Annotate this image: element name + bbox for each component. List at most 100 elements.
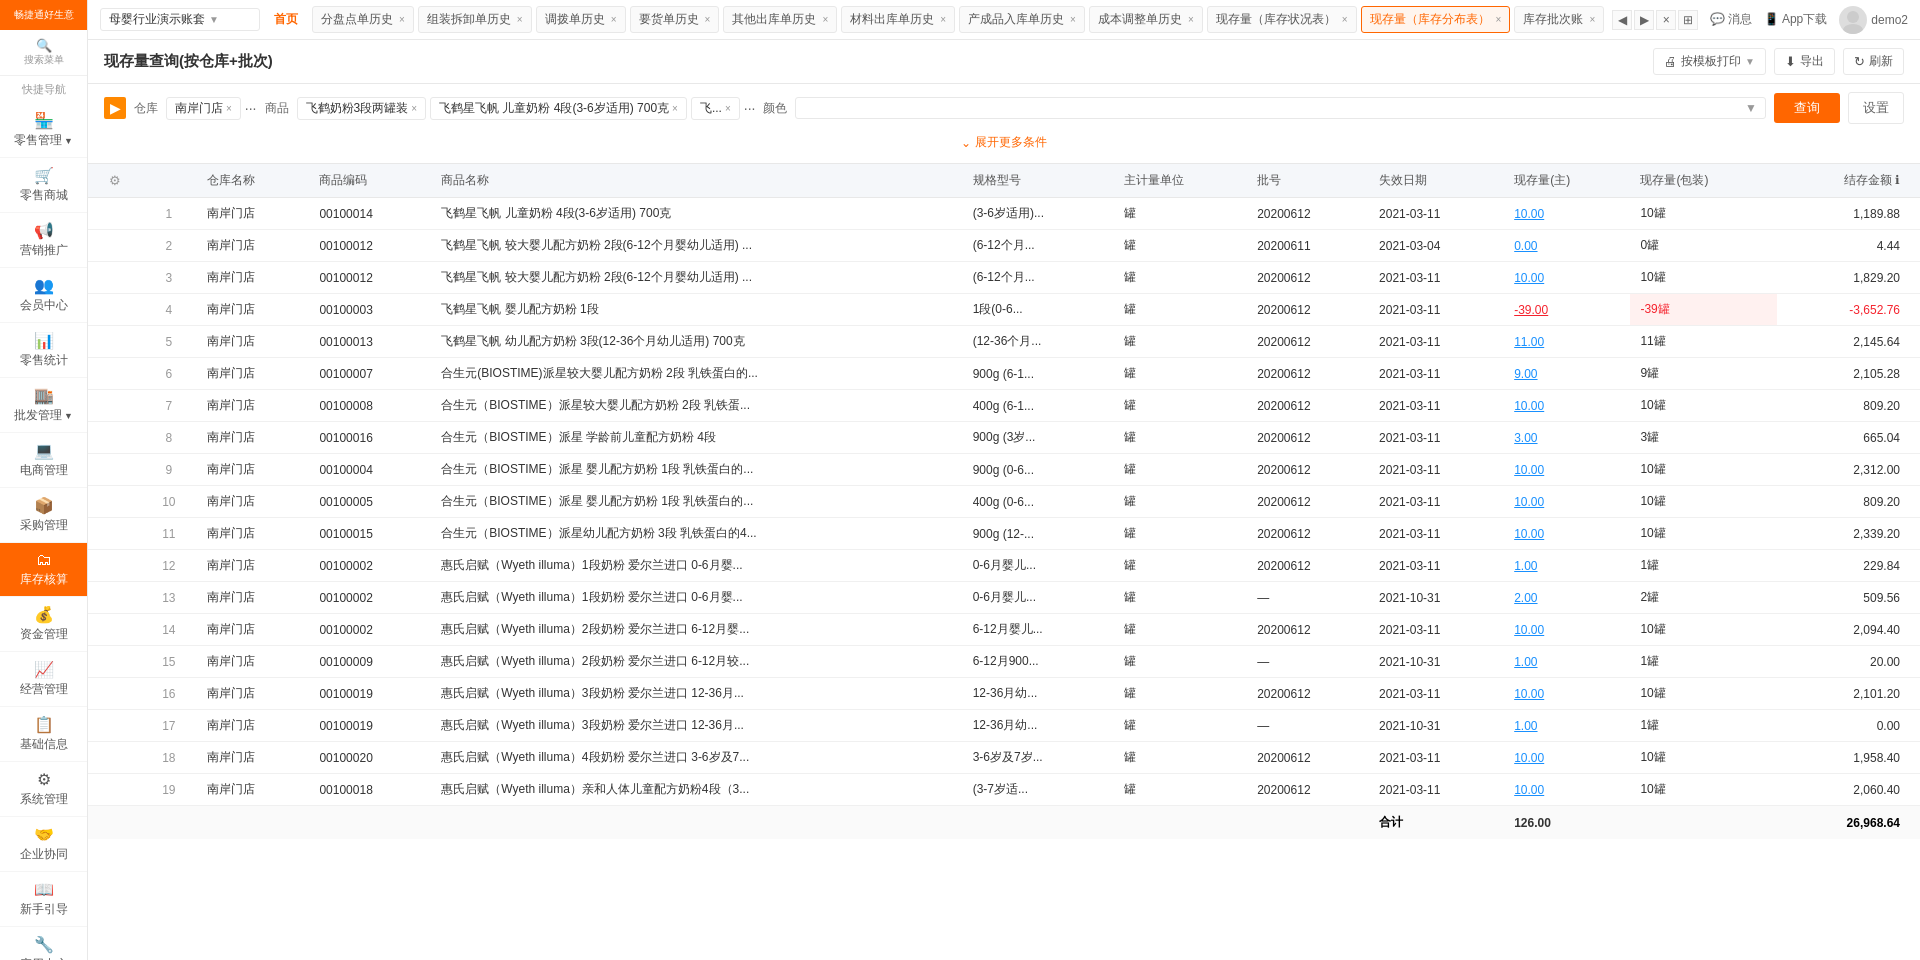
col-settings[interactable]: ⚙ [88, 164, 141, 198]
tab-transfer[interactable]: 调拨单历史 × [536, 6, 626, 33]
sidebar-item-retail-shop[interactable]: 🛒 零售商城 [0, 158, 87, 213]
tab-split-inventory[interactable]: 分盘点单历史 × [312, 6, 414, 33]
tab-close-icon[interactable]: × [705, 14, 711, 25]
home-tab[interactable]: 首页 [264, 7, 308, 32]
table-row: 3 南岸门店 00100012 飞鹤星飞帆 较大婴儿配方奶粉 2段(6-12个月… [88, 262, 1920, 294]
export-btn[interactable]: ⬇ 导出 [1774, 48, 1835, 75]
sidebar-item-sys[interactable]: ⚙ 系统管理 [0, 762, 87, 817]
cell-qty-main[interactable]: 10.00 [1504, 614, 1630, 646]
cell-expire: 2021-03-11 [1369, 390, 1504, 422]
tab-close-icon[interactable]: × [1496, 14, 1502, 25]
tab-close-all-btn[interactable]: × [1656, 10, 1676, 30]
cell-qty-main[interactable]: 1.00 [1504, 550, 1630, 582]
cell-warehouse: 南岸门店 [197, 454, 310, 486]
filter-expand-btn[interactable]: ▶ [104, 97, 126, 119]
tab-batch-account[interactable]: 库存批次账 × [1514, 6, 1604, 33]
sidebar-item-member[interactable]: 👥 会员中心 [0, 268, 87, 323]
tab-close-icon[interactable]: × [1070, 14, 1076, 25]
goods-tag-1[interactable]: 飞鹤奶粉3段两罐装 × [297, 97, 427, 120]
cell-qty-main[interactable]: 10.00 [1504, 742, 1630, 774]
settings-button[interactable]: 设置 [1848, 92, 1904, 124]
tab-close-icon[interactable]: × [611, 14, 617, 25]
cell-balance: 809.20 [1777, 486, 1920, 518]
warehouse-tag[interactable]: 南岸门店 × [166, 97, 241, 120]
tab-close-icon[interactable]: × [1188, 14, 1194, 25]
goods-tag-1-remove[interactable]: × [411, 103, 417, 114]
tab-close-icon[interactable]: × [517, 14, 523, 25]
tab-close-icon[interactable]: × [940, 14, 946, 25]
cell-qty-main[interactable]: 0.00 [1504, 230, 1630, 262]
sidebar-item-inventory[interactable]: 🗂 库存核算 [0, 543, 87, 597]
cell-qty-main[interactable]: -39.00 [1504, 294, 1630, 326]
sidebar-item-guide[interactable]: 📖 新手引导 [0, 872, 87, 927]
tab-close-icon[interactable]: × [1342, 14, 1348, 25]
tab-next-btn[interactable]: ▶ [1634, 10, 1654, 30]
goods-tag-3[interactable]: 飞... × [691, 97, 740, 120]
tab-more-btn[interactable]: ⊞ [1678, 10, 1698, 30]
sidebar-item-app-center[interactable]: 🔧 应用中心 [0, 927, 87, 960]
cell-qty-main[interactable]: 1.00 [1504, 646, 1630, 678]
tab-cost-adjust[interactable]: 成本调整单历史 × [1089, 6, 1203, 33]
goods-tag-2-remove[interactable]: × [672, 103, 678, 114]
print-btn[interactable]: 🖨 按模板打印 ▼ [1653, 48, 1766, 75]
sidebar-item-purchase[interactable]: 📦 采购管理 [0, 488, 87, 543]
cell-qty-main[interactable]: 2.00 [1504, 582, 1630, 614]
message-btn[interactable]: 💬 消息 [1710, 11, 1752, 28]
expand-more-filters[interactable]: ⌄ 展开更多条件 [104, 130, 1904, 155]
sidebar-search[interactable]: 🔍 搜索菜单 [0, 30, 87, 76]
cell-qty-main[interactable]: 10.00 [1504, 678, 1630, 710]
tab-other-out[interactable]: 其他出库单历史 × [723, 6, 837, 33]
sidebar-item-retail-stats[interactable]: 📊 零售统计 [0, 323, 87, 378]
search-button[interactable]: 查询 [1774, 93, 1840, 123]
cell-batch: 20200612 [1247, 678, 1369, 710]
cell-name: 飞鹤星飞帆 婴儿配方奶粉 1段 [431, 294, 962, 326]
tab-requisition[interactable]: 要货单历史 × [630, 6, 720, 33]
tab-prev-btn[interactable]: ◀ [1612, 10, 1632, 30]
tab-nav-buttons: ◀ ▶ × ⊞ [1612, 10, 1698, 30]
sidebar-item-enterprise[interactable]: 🤝 企业协同 [0, 817, 87, 872]
cell-qty-main[interactable]: 11.00 [1504, 326, 1630, 358]
tab-close-icon[interactable]: × [822, 14, 828, 25]
cell-batch: 20200611 [1247, 230, 1369, 262]
footer-balance-total: 26,968.64 [1777, 806, 1920, 840]
top-bar: 母婴行业演示账套 ▼ 首页 分盘点单历史 × 组装拆卸单历史 × 调拨单历史 ×… [88, 0, 1920, 40]
user-info[interactable]: demo2 [1839, 6, 1908, 34]
cell-qty-main[interactable]: 10.00 [1504, 262, 1630, 294]
cell-qty-main[interactable]: 10.00 [1504, 454, 1630, 486]
warehouse-more-btn[interactable]: ··· [245, 100, 257, 116]
cell-warehouse: 南岸门店 [197, 294, 310, 326]
sidebar-item-ecommerce[interactable]: 💻 电商管理 [0, 433, 87, 488]
warehouse-tag-remove[interactable]: × [226, 103, 232, 114]
color-dropdown[interactable]: ▼ [795, 97, 1766, 119]
goods-tag-2[interactable]: 飞鹤星飞帆 儿童奶粉 4段(3-6岁适用) 700克 × [430, 97, 687, 120]
tab-material-out[interactable]: 材料出库单历史 × [841, 6, 955, 33]
tab-inventory-status[interactable]: 现存量（库存状况表） × [1207, 6, 1357, 33]
goods-tag-3-remove[interactable]: × [725, 103, 731, 114]
sidebar-item-marketing[interactable]: 📢 营销推广 [0, 213, 87, 268]
cell-qty-main[interactable]: 10.00 [1504, 774, 1630, 806]
tab-inventory-dist[interactable]: 现存量（库存分布表） × [1361, 6, 1511, 33]
cell-qty-main[interactable]: 1.00 [1504, 710, 1630, 742]
sidebar-item-basic[interactable]: 📋 基础信息 [0, 707, 87, 762]
tab-assembly[interactable]: 组装拆卸单历史 × [418, 6, 532, 33]
cell-qty-main[interactable]: 10.00 [1504, 518, 1630, 550]
cell-qty-main[interactable]: 9.00 [1504, 358, 1630, 390]
cell-qty-main[interactable]: 10.00 [1504, 390, 1630, 422]
cell-qty-main[interactable]: 3.00 [1504, 422, 1630, 454]
goods-more-btn[interactable]: ··· [744, 100, 756, 116]
sidebar-item-wholesale[interactable]: 🏬 批发管理 ▼ [0, 378, 87, 433]
tab-close-icon[interactable]: × [399, 14, 405, 25]
account-dropdown[interactable]: 母婴行业演示账套 ▼ [100, 8, 260, 31]
cell-qty-main[interactable]: 10.00 [1504, 486, 1630, 518]
sidebar-item-finance[interactable]: 💰 资金管理 [0, 597, 87, 652]
refresh-btn[interactable]: ↻ 刷新 [1843, 48, 1904, 75]
col-settings-icon[interactable]: ⚙ [109, 173, 121, 188]
svg-point-1 [1843, 24, 1863, 34]
cell-expire: 2021-03-11 [1369, 454, 1504, 486]
app-download-btn[interactable]: 📱 App下载 [1764, 11, 1827, 28]
tab-close-icon[interactable]: × [1589, 14, 1595, 25]
sidebar-item-ops[interactable]: 📈 经营管理 [0, 652, 87, 707]
cell-qty-main[interactable]: 10.00 [1504, 198, 1630, 230]
sidebar-item-retail-mgmt[interactable]: 🏪 零售管理 ▼ [0, 103, 87, 158]
tab-finished-in[interactable]: 产成品入库单历史 × [959, 6, 1085, 33]
